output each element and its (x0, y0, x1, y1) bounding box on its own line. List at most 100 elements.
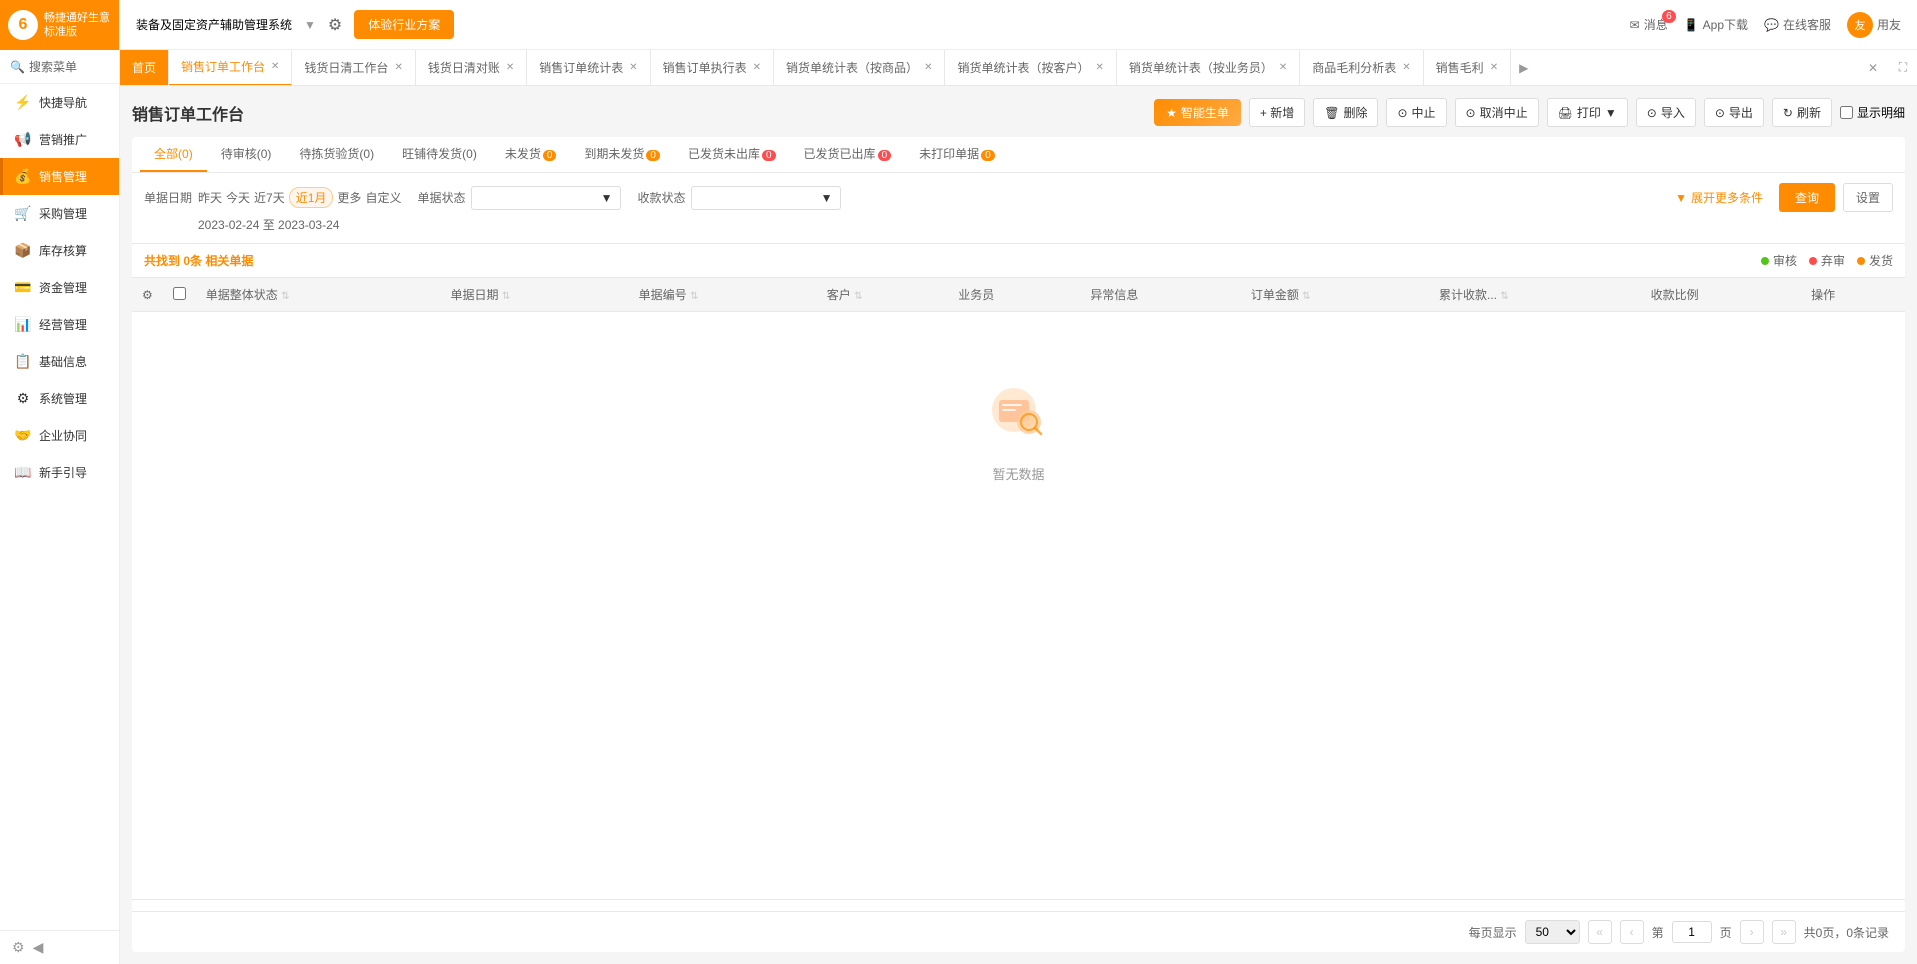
sidebar-item-finance[interactable]: 💳 资金管理 (0, 269, 119, 306)
horizontal-scrollbar[interactable] (132, 899, 1905, 911)
filter-expand-btn[interactable]: ▼ 展开更多条件 (1675, 189, 1763, 206)
topbar-online-service[interactable]: 💬 在线客服 (1764, 16, 1831, 33)
subtab-shipped-not-warehouse[interactable]: 已发货未出库0 (674, 137, 790, 172)
shortcut-more[interactable]: 更多 (337, 189, 361, 206)
tab-label: 商品毛利分析表 (1312, 59, 1396, 76)
topbar-msg[interactable]: ✉ 6 消息 (1630, 16, 1668, 33)
subtab-pending-inspect[interactable]: 待拣货验货(0) (285, 137, 388, 172)
review-action[interactable]: 审核 (1761, 252, 1797, 269)
export-btn[interactable]: ⊙ 导出 (1704, 98, 1764, 127)
shortcut-today[interactable]: 今天 (226, 189, 250, 206)
first-page-btn[interactable]: « (1588, 920, 1612, 944)
refresh-btn[interactable]: ↻ 刷新 (1772, 98, 1832, 127)
sidebar-item-corp[interactable]: 🤝 企业协同 (0, 417, 119, 454)
topbar-app-download[interactable]: 📱 App下载 (1684, 16, 1748, 33)
status-select[interactable]: ▼ (471, 186, 621, 210)
content-area: 销售订单工作台 ★ 智能生单 + 新增 🗑 删除 ⊙ 中止 ⊙ (120, 86, 1917, 964)
import-btn[interactable]: ⊙ 导入 (1636, 98, 1696, 127)
tab-close-icon[interactable]: ✕ (506, 62, 514, 73)
sidebar-item-inventory[interactable]: 📦 库存核算 (0, 232, 119, 269)
tab-close-icon[interactable]: ✕ (271, 61, 279, 72)
shortcut-7days[interactable]: 近7天 (254, 189, 285, 206)
subtab-wangpu-pending[interactable]: 旺铺待发货(0) (388, 137, 491, 172)
collapse-icon[interactable]: ◀ (33, 939, 44, 956)
subtab-all[interactable]: 全部(0) (140, 137, 207, 172)
sidebar-item-marketing[interactable]: 📢 营销推广 (0, 121, 119, 158)
page-input[interactable] (1672, 921, 1712, 943)
sidebar-item-label: 采购管理 (39, 205, 87, 222)
per-page-select[interactable]: 50 100 200 (1525, 920, 1580, 944)
cancel-review-action[interactable]: 弃审 (1809, 252, 1845, 269)
tab-sales-summary-customer[interactable]: 销货单统计表（按客户） ✕ (945, 50, 1116, 86)
delete-btn[interactable]: 🗑 删除 (1313, 98, 1378, 127)
shortcut-yesterday[interactable]: 昨天 (198, 189, 222, 206)
new-btn[interactable]: + 新增 (1249, 98, 1305, 127)
sort-icon[interactable]: ⇅ (1500, 291, 1508, 302)
subtab-pending-review[interactable]: 待审核(0) (207, 137, 286, 172)
tab-close-icon[interactable]: ✕ (753, 62, 761, 73)
tab-close-icon[interactable]: ✕ (924, 62, 932, 73)
th-amount: 订单金额 ⇅ (1241, 278, 1429, 312)
sidebar-item-purchase[interactable]: 🛒 采购管理 (0, 195, 119, 232)
cancel-stop-btn[interactable]: ⊙ 取消中止 (1455, 98, 1539, 127)
prev-page-btn[interactable]: ‹ (1620, 920, 1644, 944)
tab-close-icon[interactable]: ✕ (1402, 62, 1410, 73)
next-page-btn[interactable]: › (1740, 920, 1764, 944)
tab-sales-stat[interactable]: 销售订单统计表 ✕ (527, 50, 650, 86)
subtab-not-shipped[interactable]: 未发货0 (491, 137, 571, 172)
tab-sales-summary-product[interactable]: 销货单统计表（按商品） ✕ (774, 50, 945, 86)
stop-btn[interactable]: ⊙ 中止 (1386, 98, 1446, 127)
topbar-settings-icon[interactable]: ⚙ (328, 15, 342, 35)
tab-close-icon[interactable]: ✕ (629, 62, 637, 73)
tab-gross-margin[interactable]: 商品毛利分析表 ✕ (1300, 50, 1423, 86)
sidebar-item-guide[interactable]: 📖 新手引导 (0, 454, 119, 491)
sidebar-item-sales[interactable]: 💰 销售管理 (0, 158, 119, 195)
sort-icon[interactable]: ⇅ (1302, 291, 1310, 302)
payment-select[interactable]: ▼ (691, 186, 841, 210)
table-container: ⚙ 单据整体状态 ⇅ 单据日期 ⇅ 单据编号 (132, 278, 1905, 899)
show-detail-checkbox[interactable]: 显示明细 (1840, 104, 1905, 121)
ship-action[interactable]: 发货 (1857, 252, 1893, 269)
ai-generate-btn[interactable]: ★ 智能生单 (1154, 99, 1241, 126)
topbar-user[interactable]: 友 用友 (1847, 12, 1901, 38)
tabbar-more-btn[interactable]: ▶ (1511, 61, 1536, 75)
sort-icon[interactable]: ⇅ (502, 291, 510, 302)
sidebar-item-operation[interactable]: 📊 经营管理 (0, 306, 119, 343)
tab-home[interactable]: 首页 (120, 50, 169, 86)
industry-btn[interactable]: 体验行业方案 (354, 10, 454, 39)
sidebar-item-system[interactable]: ⚙ 系统管理 (0, 380, 119, 417)
subtab-shipped-out-warehouse[interactable]: 已发货已出库0 (790, 137, 906, 172)
tab-cash-reconcile[interactable]: 钱货日清对账 ✕ (416, 50, 527, 86)
settings-bottom-icon[interactable]: ⚙ (12, 939, 25, 956)
sort-icon[interactable]: ⇅ (281, 291, 289, 302)
print-btn[interactable]: 🖨 打印 ▼ (1547, 98, 1628, 127)
shortcut-1month[interactable]: 近1月 (289, 187, 334, 208)
sort-icon[interactable]: ⇅ (854, 291, 862, 302)
tab-sales-more[interactable]: 销售毛利 ✕ (1424, 50, 1511, 86)
tab-close-icon[interactable]: ✕ (1095, 62, 1103, 73)
sidebar-item-base-info[interactable]: 📋 基础信息 (0, 343, 119, 380)
tab-close-icon[interactable]: ✕ (1490, 62, 1498, 73)
tab-label: 销货单统计表（按客户） (957, 59, 1089, 76)
topbar-dropdown-icon[interactable]: ▼ (304, 18, 316, 32)
sidebar-item-quick-nav[interactable]: ⚡ 快捷导航 (0, 84, 119, 121)
detail-checkbox-input[interactable] (1840, 106, 1853, 119)
tab-sales-workbench[interactable]: 销售订单工作台 ✕ (169, 50, 292, 86)
tab-close-icon[interactable]: ✕ (1279, 62, 1287, 73)
last-page-btn[interactable]: » (1772, 920, 1796, 944)
sort-icon[interactable]: ⇅ (690, 291, 698, 302)
query-btn[interactable]: 查询 (1779, 183, 1835, 212)
tabbar-maximize-btn[interactable]: ⛶ (1889, 54, 1917, 82)
cancel-review-dot (1809, 257, 1817, 265)
tab-sales-summary-staff[interactable]: 销货单统计表（按业务员） ✕ (1117, 50, 1300, 86)
subtab-overdue-not-shipped[interactable]: 到期未发货0 (570, 137, 674, 172)
tab-sales-exec[interactable]: 销售订单执行表 ✕ (651, 50, 774, 86)
tab-close-icon[interactable]: ✕ (394, 62, 402, 73)
subtab-not-printed[interactable]: 未打印单据0 (905, 137, 1009, 172)
filter-setting-btn[interactable]: 设置 (1843, 183, 1893, 212)
sidebar-search[interactable]: 🔍 搜索菜单 (0, 50, 119, 84)
shortcut-custom[interactable]: 自定义 (365, 189, 401, 206)
select-all-checkbox[interactable] (173, 287, 186, 300)
tabbar-close-all-btn[interactable]: ✕ (1859, 54, 1887, 82)
tab-cash-daily[interactable]: 钱货日清工作台 ✕ (292, 50, 415, 86)
